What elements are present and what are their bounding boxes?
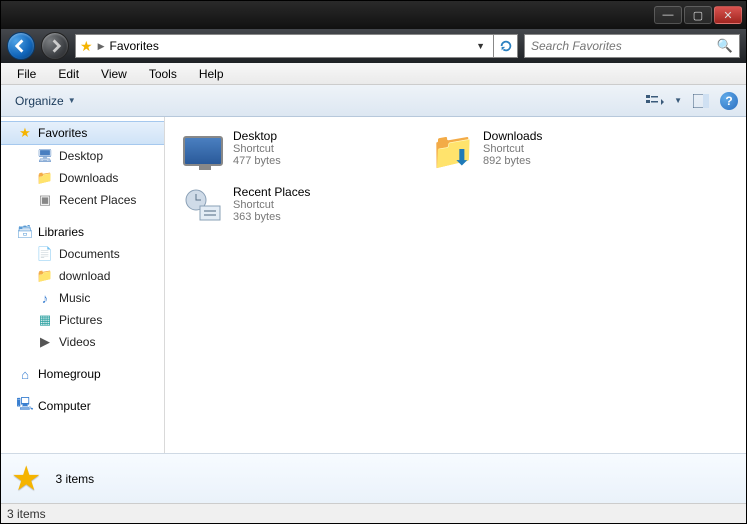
organize-label: Organize [15,94,64,108]
libraries-icon: 🗃 [17,224,33,240]
star-icon: ★ [11,459,41,499]
recent-icon: ▣ [37,192,53,208]
item-recent-places[interactable]: Recent Places Shortcut 363 bytes [179,183,409,231]
star-icon: ★ [17,125,33,141]
sidebar-item-recent-places[interactable]: ▣Recent Places [1,189,164,211]
sidebar-item-documents[interactable]: 📄Documents [1,243,164,265]
status-bar: 3 items [1,503,746,523]
sidebar-homegroup-header[interactable]: ⌂ Homegroup [1,363,164,385]
computer-icon: 🖳 [17,398,33,414]
item-view[interactable]: Desktop Shortcut 477 bytes 📁⬇ Downloads … [165,117,746,453]
navigation-pane[interactable]: ★ Favorites 🖥Desktop 📁Downloads ▣Recent … [1,117,165,453]
recent-places-icon [181,185,225,229]
videos-icon: ▶ [37,334,53,350]
sidebar-item-videos[interactable]: ▶Videos [1,331,164,353]
item-name: Desktop [233,129,281,143]
star-icon: ★ [80,38,93,55]
item-type: Shortcut [233,199,310,211]
item-downloads[interactable]: 📁⬇ Downloads Shortcut 892 bytes [429,127,659,175]
sidebar-item-pictures[interactable]: ▦Pictures [1,309,164,331]
sidebar-label: Favorites [38,126,87,140]
music-icon: ♪ [37,290,53,306]
item-size: 477 bytes [233,155,281,167]
nav-bar: ★ ▶ Favorites ▼ 🔍 [1,29,746,63]
search-input[interactable] [531,39,717,53]
explorer-window: — ▢ ✕ ★ ▶ Favorites ▼ 🔍 File Edit View T… [0,0,747,524]
item-desktop[interactable]: Desktop Shortcut 477 bytes [179,127,409,175]
forward-button[interactable] [41,32,69,60]
pictures-icon: ▦ [37,312,53,328]
sidebar-item-music[interactable]: ♪Music [1,287,164,309]
address-location: Favorites [109,39,158,53]
folder-icon: 📁 [37,268,53,284]
details-summary: 3 items [55,472,94,486]
item-name: Downloads [483,129,542,143]
sidebar-favorites-header[interactable]: ★ Favorites [1,121,164,145]
minimize-button[interactable]: — [654,6,682,24]
homegroup-icon: ⌂ [17,366,33,382]
sidebar-label: Libraries [38,225,84,239]
item-type: Shortcut [483,143,542,155]
chevron-down-icon: ▼ [68,96,76,105]
address-dropdown-icon[interactable]: ▼ [472,41,489,51]
organize-menu-button[interactable]: Organize ▼ [9,91,82,111]
sidebar-computer-header[interactable]: 🖳 Computer [1,395,164,417]
menu-file[interactable]: File [7,65,46,83]
desktop-icon: 🖥 [37,148,53,164]
menu-help[interactable]: Help [189,65,234,83]
document-icon: 📄 [37,246,53,262]
folder-icon: 📁 [37,170,53,186]
back-button[interactable] [7,32,35,60]
help-button[interactable]: ? [720,92,738,110]
down-arrow-icon: ⬇ [453,145,471,171]
refresh-button[interactable] [494,34,518,58]
sidebar-label: Computer [38,399,91,413]
item-type: Shortcut [233,143,281,155]
sidebar-item-desktop[interactable]: 🖥Desktop [1,145,164,167]
item-size: 892 bytes [483,155,542,167]
title-bar: — ▢ ✕ [1,1,746,29]
search-box[interactable]: 🔍 [524,34,740,58]
status-text: 3 items [7,507,46,521]
close-button[interactable]: ✕ [714,6,742,24]
details-pane: ★ 3 items [1,453,746,503]
menu-tools[interactable]: Tools [139,65,187,83]
sidebar-item-download[interactable]: 📁download [1,265,164,287]
sidebar-label: Homegroup [38,367,101,381]
downloads-folder-icon: 📁⬇ [431,129,475,173]
chevron-down-icon[interactable]: ▼ [674,96,682,105]
command-bar: Organize ▼ ▼ ? [1,85,746,117]
view-options-button[interactable] [644,90,666,112]
menu-edit[interactable]: Edit [48,65,89,83]
desktop-icon [181,129,225,173]
sidebar-libraries-header[interactable]: 🗃 Libraries [1,221,164,243]
item-size: 363 bytes [233,211,310,223]
chevron-right-icon: ▶ [98,41,105,52]
menu-view[interactable]: View [91,65,137,83]
body-area: ★ Favorites 🖥Desktop 📁Downloads ▣Recent … [1,117,746,453]
preview-pane-button[interactable] [690,90,712,112]
sidebar-item-downloads[interactable]: 📁Downloads [1,167,164,189]
search-icon[interactable]: 🔍 [717,38,733,54]
address-bar[interactable]: ★ ▶ Favorites ▼ [75,34,494,58]
menu-bar: File Edit View Tools Help [1,63,746,85]
maximize-button[interactable]: ▢ [684,6,712,24]
item-name: Recent Places [233,185,310,199]
